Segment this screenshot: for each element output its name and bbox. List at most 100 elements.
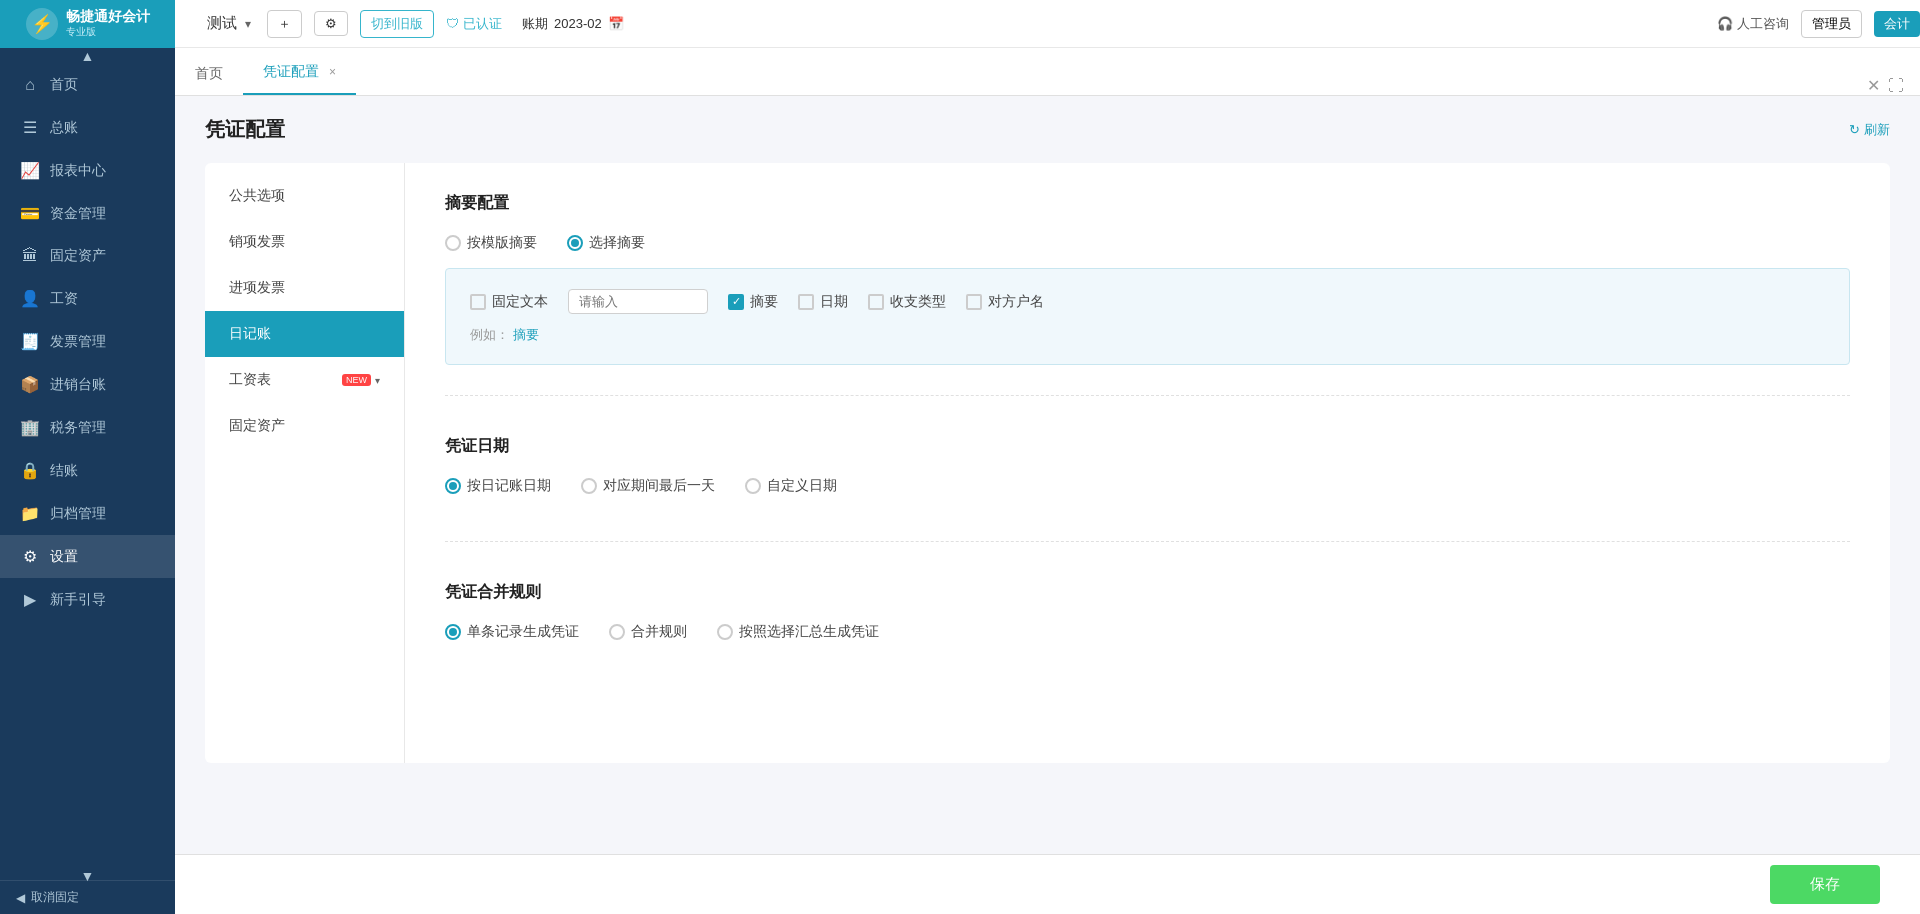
summary-checkbox[interactable] bbox=[728, 294, 744, 310]
pay-type-checkbox-option[interactable]: 收支类型 bbox=[868, 293, 946, 311]
summary-template-option[interactable]: 按模版摘要 bbox=[445, 234, 537, 252]
sidebar-item-guide[interactable]: ▶ 新手引导 bbox=[0, 578, 175, 621]
sidebar-item-purchase-sale[interactable]: 📦 进销台账 bbox=[0, 363, 175, 406]
tab-home[interactable]: 首页 bbox=[175, 53, 243, 95]
payroll-arrow-icon: ▾ bbox=[375, 375, 380, 386]
summary-select-label: 选择摘要 bbox=[589, 234, 645, 252]
config-nav-public[interactable]: 公共选项 bbox=[205, 173, 404, 219]
summary-template-radio[interactable] bbox=[445, 235, 461, 251]
sidebar-item-capital[interactable]: 💳 资金管理 bbox=[0, 192, 175, 235]
diary-date-label: 按日记账日期 bbox=[467, 477, 551, 495]
sidebar-scroll-down[interactable]: ▼ bbox=[0, 872, 175, 880]
config-nav-purchase-invoice[interactable]: 进项发票 bbox=[205, 265, 404, 311]
page-content: 凭证配置 ↻ 刷新 公共选项 bbox=[175, 96, 1920, 914]
diary-date-radio[interactable] bbox=[445, 478, 461, 494]
single-record-option[interactable]: 单条记录生成凭证 bbox=[445, 623, 579, 641]
config-main: 摘要配置 按模版摘要 选择摘要 bbox=[405, 163, 1890, 763]
tab-close-button[interactable]: ✕ bbox=[1867, 76, 1880, 95]
diary-date-option[interactable]: 按日记账日期 bbox=[445, 477, 551, 495]
sidebar-item-settings[interactable]: ⚙ 设置 bbox=[0, 535, 175, 578]
summary-select-option[interactable]: 选择摘要 bbox=[567, 234, 645, 252]
switch-version-button[interactable]: 切到旧版 bbox=[360, 10, 434, 38]
single-record-radio[interactable] bbox=[445, 624, 461, 640]
summary-checkbox-option[interactable]: 摘要 bbox=[728, 293, 778, 311]
merge-rule-option[interactable]: 合并规则 bbox=[609, 623, 687, 641]
example-value: 摘要 bbox=[513, 327, 539, 342]
sidebar-item-home[interactable]: ⌂ 首页 bbox=[0, 64, 175, 106]
config-nav-diary[interactable]: 日记账 bbox=[205, 311, 404, 357]
last-day-option[interactable]: 对应期间最后一天 bbox=[581, 477, 715, 495]
tab-expand-button[interactable]: ⛶ bbox=[1888, 77, 1904, 95]
by-selection-option[interactable]: 按照选择汇总生成凭证 bbox=[717, 623, 879, 641]
period-info: 账期 2023-02 📅 bbox=[522, 15, 624, 33]
date-checkbox[interactable] bbox=[798, 294, 814, 310]
summary-template-label: 按模版摘要 bbox=[467, 234, 537, 252]
save-bar: 保存 bbox=[175, 854, 1920, 914]
custom-date-option[interactable]: 自定义日期 bbox=[745, 477, 837, 495]
sidebar-item-ledger[interactable]: ☰ 总账 bbox=[0, 106, 175, 149]
counterparty-checkbox[interactable] bbox=[966, 294, 982, 310]
tab-close-icon[interactable]: × bbox=[329, 65, 336, 79]
new-badge: NEW bbox=[342, 374, 371, 386]
sidebar-item-invoice[interactable]: 🧾 发票管理 bbox=[0, 320, 175, 363]
pay-type-checkbox[interactable] bbox=[868, 294, 884, 310]
tab-home-label: 首页 bbox=[195, 65, 223, 81]
sidebar-item-fixed-asset[interactable]: 🏛 固定资产 bbox=[0, 235, 175, 277]
archive-icon: 📁 bbox=[20, 504, 40, 523]
page-title: 凭证配置 bbox=[205, 116, 285, 143]
summary-select-radio[interactable] bbox=[567, 235, 583, 251]
cancel-fixed-button[interactable]: ◀ 取消固定 bbox=[0, 880, 175, 914]
sidebar-item-report[interactable]: 📈 报表中心 bbox=[0, 149, 175, 192]
sidebar-scroll-up[interactable]: ▲ bbox=[0, 48, 175, 56]
sidebar-item-archive[interactable]: 📁 归档管理 bbox=[0, 492, 175, 535]
refresh-button[interactable]: ↻ 刷新 bbox=[1849, 121, 1890, 139]
page-title-bar: 凭证配置 ↻ 刷新 bbox=[205, 116, 1890, 143]
counterparty-checkbox-option[interactable]: 对方户名 bbox=[966, 293, 1044, 311]
cancel-fixed-icon: ◀ bbox=[16, 891, 25, 905]
sidebar-menu: ⌂ 首页 ☰ 总账 📈 报表中心 💳 资金管理 🏛 固定资产 bbox=[0, 56, 175, 872]
by-selection-label: 按照选择汇总生成凭证 bbox=[739, 623, 879, 641]
tab-voucher-config[interactable]: 凭证配置 × bbox=[243, 51, 356, 95]
custom-date-radio[interactable] bbox=[745, 478, 761, 494]
date-checkbox-option[interactable]: 日期 bbox=[798, 293, 848, 311]
app-container: ⚡ 畅捷通好会计 专业版 测试 ▾ ＋ ⚙ 切到旧版 🛡 已认证 账期 bbox=[0, 0, 1920, 914]
example-text: 例如： 摘要 bbox=[470, 326, 1825, 344]
salary-icon: 👤 bbox=[20, 289, 40, 308]
certified-badge: 🛡 已认证 bbox=[446, 15, 502, 33]
settings-button[interactable]: ⚙ bbox=[314, 11, 348, 36]
config-layout: 公共选项 销项发票 进项发票 日记账 bbox=[205, 163, 1890, 763]
last-day-radio[interactable] bbox=[581, 478, 597, 494]
section-summary-title: 摘要配置 bbox=[445, 193, 1850, 214]
tax-icon: 🏢 bbox=[20, 418, 40, 437]
fixed-text-input[interactable] bbox=[568, 289, 708, 314]
save-button[interactable]: 保存 bbox=[1770, 865, 1880, 904]
config-nav-fixed-asset[interactable]: 固定资产 bbox=[205, 403, 404, 449]
fixed-text-checkbox[interactable] bbox=[470, 294, 486, 310]
add-button[interactable]: ＋ bbox=[267, 10, 302, 38]
sidebar-item-close[interactable]: 🔒 结账 bbox=[0, 449, 175, 492]
main-area: ▲ ⌂ 首页 ☰ 总账 📈 报表中心 💳 资金管理 bbox=[0, 48, 1920, 914]
merge-rule-label: 合并规则 bbox=[631, 623, 687, 641]
service-label: 人工咨询 bbox=[1737, 15, 1789, 33]
example-label: 例如： bbox=[470, 327, 509, 342]
sidebar-item-salary[interactable]: 👤 工资 bbox=[0, 277, 175, 320]
fixed-text-checkbox-option[interactable]: 固定文本 bbox=[470, 293, 548, 311]
calendar-icon[interactable]: 📅 bbox=[608, 16, 624, 31]
service-button[interactable]: 🎧 人工咨询 bbox=[1717, 15, 1789, 33]
merge-rule-radio[interactable] bbox=[609, 624, 625, 640]
sidebar-label-ledger: 总账 bbox=[50, 119, 78, 137]
summary-config-box: 固定文本 摘要 bbox=[445, 268, 1850, 365]
tab-controls: ✕ ⛶ bbox=[1867, 76, 1920, 95]
sidebar-label-guide: 新手引导 bbox=[50, 591, 106, 609]
date-checkbox-label: 日期 bbox=[820, 293, 848, 311]
settings-icon: ⚙ bbox=[20, 547, 40, 566]
project-dropdown-icon[interactable]: ▾ bbox=[245, 17, 251, 31]
sidebar-label-invoice: 发票管理 bbox=[50, 333, 106, 351]
config-nav-sales-invoice[interactable]: 销项发票 bbox=[205, 219, 404, 265]
by-selection-radio[interactable] bbox=[717, 624, 733, 640]
pay-type-checkbox-label: 收支类型 bbox=[890, 293, 946, 311]
config-nav-payroll[interactable]: 工资表 NEW ▾ bbox=[205, 357, 404, 403]
admin-button[interactable]: 管理员 bbox=[1801, 10, 1862, 38]
role-button[interactable]: 会计 bbox=[1874, 11, 1920, 37]
sidebar-item-tax[interactable]: 🏢 税务管理 bbox=[0, 406, 175, 449]
